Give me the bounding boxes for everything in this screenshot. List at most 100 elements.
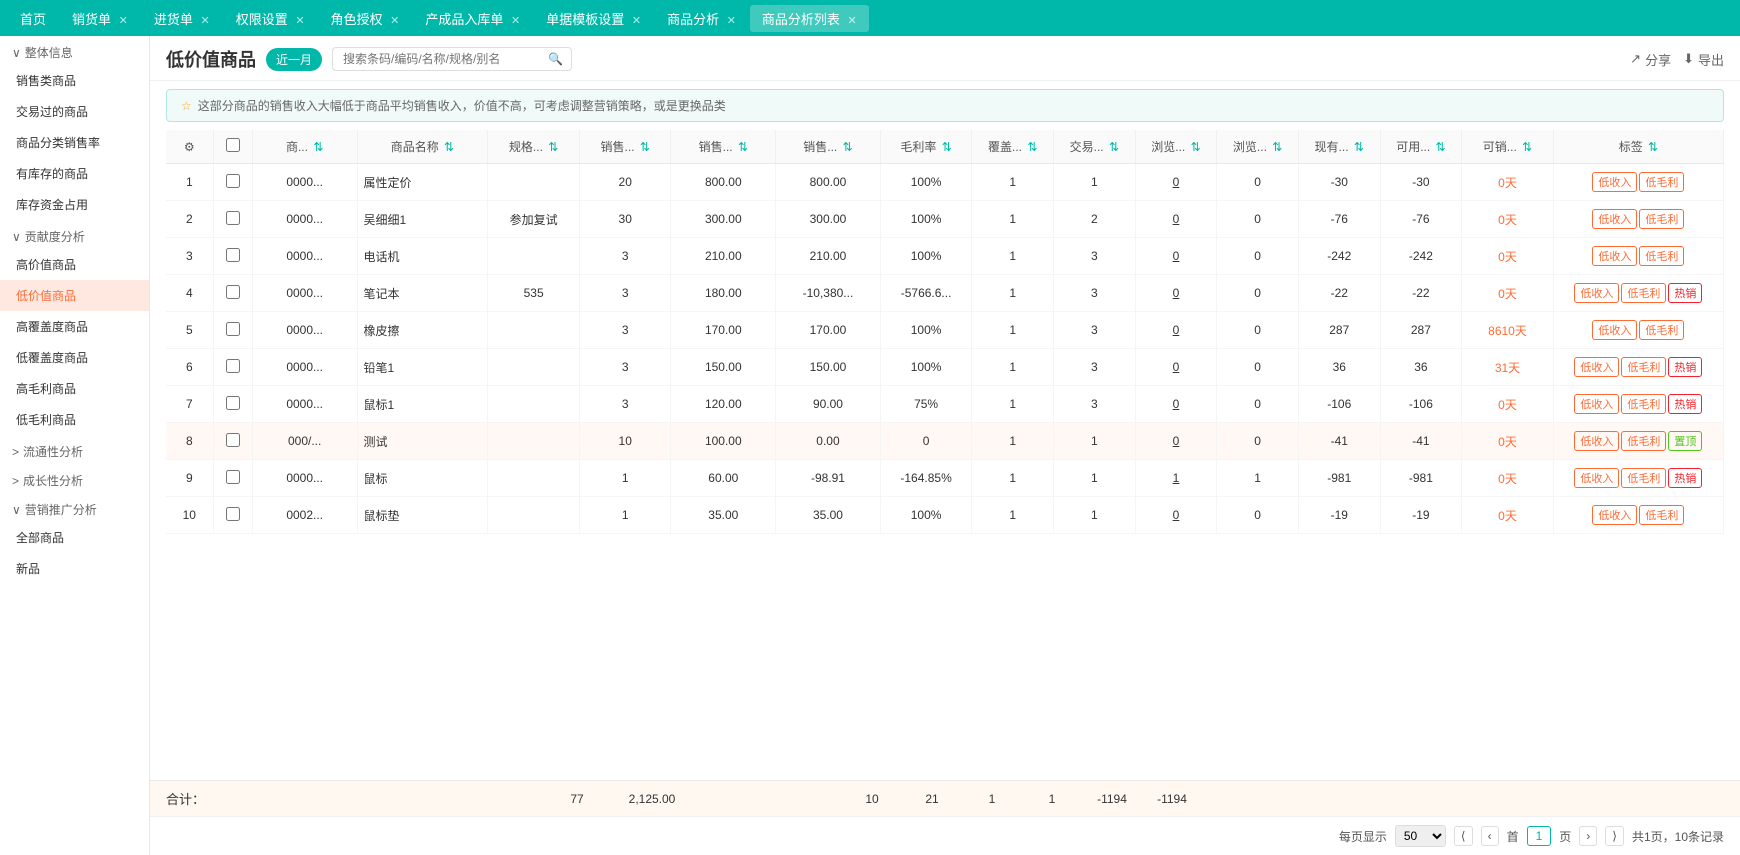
view1-link[interactable]: 0 [1173,360,1180,374]
th-tags[interactable]: 标签 ⇅ [1553,130,1723,164]
sidebar-item-low-coverage[interactable]: 低覆盖度商品 [0,342,149,373]
sidebar-group-contribution[interactable]: ∨ 贡献度分析 [0,220,149,249]
last-page-button[interactable]: ⟩ [1605,826,1624,846]
nav-purchase-order[interactable]: 进货单 ✕ [142,5,222,32]
share-button[interactable]: ↗ 分享 [1630,50,1671,69]
row-select-checkbox[interactable] [226,396,240,410]
th-sale-qty[interactable]: 销售... ⇅ [579,130,671,164]
sidebar-item-in-stock[interactable]: 有库存的商品 [0,158,149,189]
nav-template[interactable]: 单据模板设置 ✕ [534,5,653,32]
row-checkbox[interactable] [213,275,252,312]
sidebar-group-overview[interactable]: ∨ 整体信息 [0,36,149,65]
row-view1[interactable]: 0 [1135,201,1217,238]
row-view1[interactable]: 0 [1135,238,1217,275]
view1-link[interactable]: 0 [1173,212,1180,226]
sidebar-item-category-sales[interactable]: 商品分类销售率 [0,127,149,158]
close-icon[interactable]: ✕ [119,15,128,27]
th-coverage[interactable]: 覆盖... ⇅ [972,130,1054,164]
row-checkbox[interactable] [213,164,252,201]
search-input[interactable] [332,47,572,71]
row-select-checkbox[interactable] [226,433,240,447]
view1-link[interactable]: 0 [1173,434,1180,448]
sidebar-item-capital[interactable]: 库存资金占用 [0,189,149,220]
th-inv-available[interactable]: 可用... ⇅ [1380,130,1462,164]
row-view1[interactable]: 0 [1135,386,1217,423]
nav-product-analysis-list[interactable]: 商品分析列表 ✕ [750,5,869,32]
sidebar-item-sales-products[interactable]: 销售类商品 [0,65,149,96]
view1-link[interactable]: 0 [1173,175,1180,189]
nav-warehouse[interactable]: 产成品入库单 ✕ [413,5,532,32]
export-button[interactable]: ⬇ 导出 [1683,50,1724,69]
view1-link[interactable]: 0 [1173,397,1180,411]
search-icon[interactable]: 🔍 [548,52,563,66]
row-select-checkbox[interactable] [226,470,240,484]
row-view1[interactable]: 0 [1135,275,1217,312]
sidebar-item-low-value[interactable]: 低价值商品 [0,280,149,311]
close-icon[interactable]: ✕ [295,15,304,27]
sidebar-item-high-coverage[interactable]: 高覆盖度商品 [0,311,149,342]
th-code[interactable]: 商... ⇅ [252,130,357,164]
row-select-checkbox[interactable] [226,322,240,336]
sidebar-item-high-margin[interactable]: 高毛利商品 [0,373,149,404]
row-select-checkbox[interactable] [226,285,240,299]
row-checkbox[interactable] [213,497,252,534]
th-trade[interactable]: 交易... ⇅ [1054,130,1136,164]
close-icon[interactable]: ✕ [848,15,857,27]
prev-page-button[interactable]: ‹ [1481,826,1499,846]
close-icon[interactable]: ✕ [390,15,399,27]
filter-button[interactable]: 近一月 [266,48,322,71]
row-select-checkbox[interactable] [226,507,240,521]
row-checkbox[interactable] [213,423,252,460]
first-page-button[interactable]: ⟨ [1454,826,1473,846]
sidebar-item-traded-products[interactable]: 交易过的商品 [0,96,149,127]
current-page[interactable]: 1 [1527,826,1552,846]
th-view2[interactable]: 浏览... ⇅ [1217,130,1299,164]
close-icon[interactable]: ✕ [511,15,520,27]
row-select-checkbox[interactable] [226,248,240,262]
th-inv-sellable[interactable]: 可销... ⇅ [1462,130,1554,164]
nav-permission[interactable]: 权限设置 ✕ [224,5,317,32]
nav-sales-order[interactable]: 销货单 ✕ [60,5,140,32]
nav-home[interactable]: 首页 [8,5,58,32]
row-select-checkbox[interactable] [226,211,240,225]
view1-link[interactable]: 0 [1173,508,1180,522]
page-size-select[interactable]: 50 100 200 [1395,825,1446,847]
row-checkbox[interactable] [213,201,252,238]
view1-link[interactable]: 0 [1173,249,1180,263]
sidebar-group-marketing[interactable]: ∨ 营销推广分析 [0,493,149,522]
sidebar-item-all-products[interactable]: 全部商品 [0,522,149,553]
row-select-checkbox[interactable] [226,359,240,373]
select-all-checkbox[interactable] [226,138,240,152]
sidebar-group-growth[interactable]: > 成长性分析 [0,464,149,493]
sidebar-group-flow[interactable]: > 流通性分析 [0,435,149,464]
next-page-button[interactable]: › [1579,826,1597,846]
sidebar-item-high-value[interactable]: 高价值商品 [0,249,149,280]
sidebar-item-new-products[interactable]: 新品 [0,553,149,584]
row-select-checkbox[interactable] [226,174,240,188]
nav-role-auth[interactable]: 角色授权 ✕ [319,5,412,32]
th-inv-current[interactable]: 现有... ⇅ [1298,130,1380,164]
row-checkbox[interactable] [213,386,252,423]
row-checkbox[interactable] [213,312,252,349]
view1-link[interactable]: 0 [1173,286,1180,300]
row-checkbox[interactable] [213,238,252,275]
th-gross-margin[interactable]: 毛利率 ⇅ [880,130,972,164]
view1-link[interactable]: 1 [1173,471,1180,485]
close-icon[interactable]: ✕ [200,15,209,27]
row-view1[interactable]: 1 [1135,460,1217,497]
sidebar-item-low-margin[interactable]: 低毛利商品 [0,404,149,435]
th-sale-amount[interactable]: 销售... ⇅ [776,130,881,164]
row-view1[interactable]: 0 [1135,497,1217,534]
view1-link[interactable]: 0 [1173,323,1180,337]
settings-icon[interactable]: ⚙ [184,140,195,154]
row-checkbox[interactable] [213,460,252,497]
row-view1[interactable]: 0 [1135,349,1217,386]
close-icon[interactable]: ✕ [727,15,736,27]
close-icon[interactable]: ✕ [632,15,641,27]
row-view1[interactable]: 0 [1135,423,1217,460]
row-checkbox[interactable] [213,349,252,386]
th-settings[interactable]: ⚙ [166,130,213,164]
th-sale-price[interactable]: 销售... ⇅ [671,130,776,164]
th-name[interactable]: 商品名称 ⇅ [357,130,488,164]
th-view1[interactable]: 浏览... ⇅ [1135,130,1217,164]
